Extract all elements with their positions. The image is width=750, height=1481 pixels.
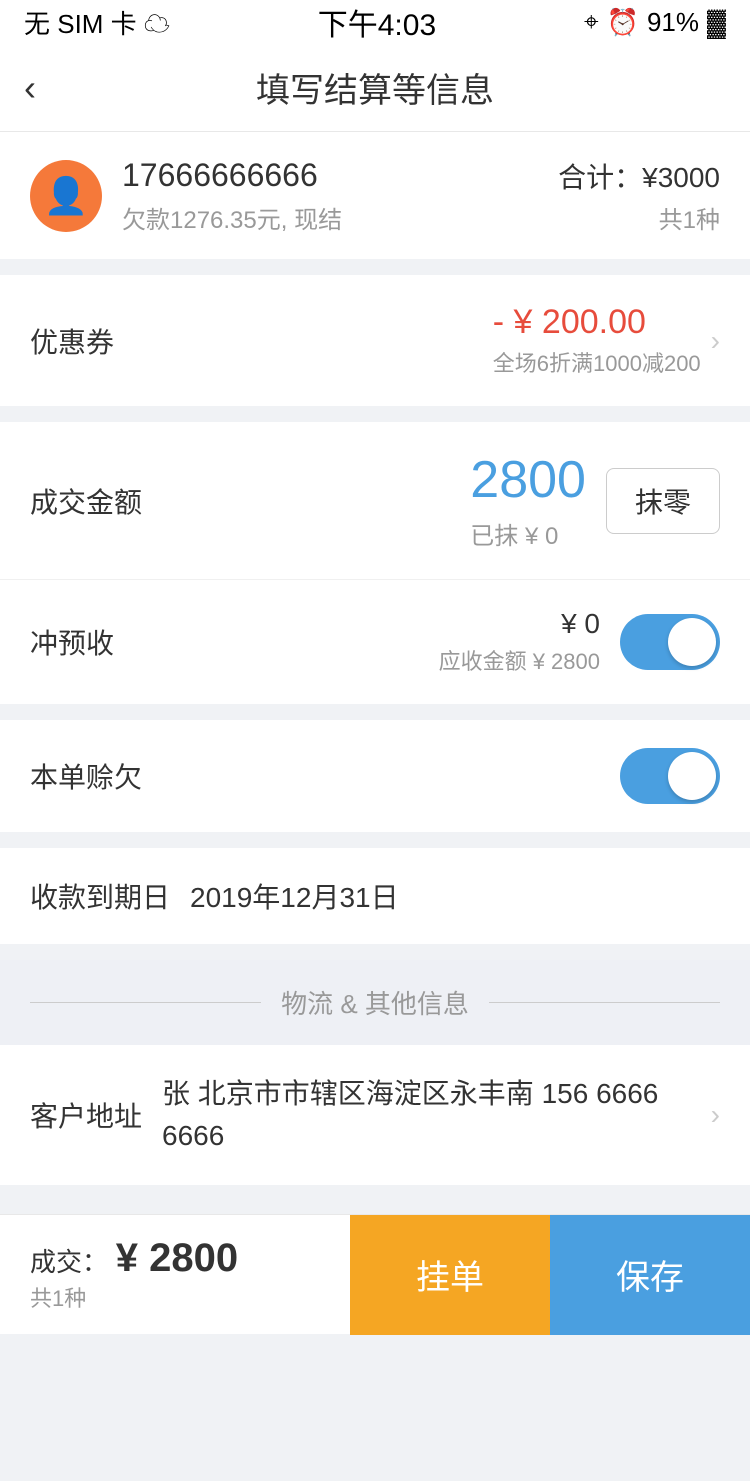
address-chevron-icon: › (711, 1099, 720, 1131)
deal-amount: 2800 (470, 450, 586, 510)
divider-line-left (30, 1002, 261, 1003)
location-icon: ⌖ (584, 6, 599, 38)
bottom-deal-label: 成交： (30, 1247, 108, 1277)
prereceive-label: 冲预收 (30, 622, 114, 662)
address-label: 客户地址 (30, 1095, 142, 1135)
debt-toggle-circle (668, 752, 716, 800)
prereceive-main-value: ¥ 0 (439, 608, 600, 640)
bottom-deal-line: 成交： ¥ 2800 (30, 1236, 320, 1281)
coupon-amount: - ¥ 200.00 (493, 303, 701, 342)
coupon-right: - ¥ 200.00 全场6折满1000减200 › (493, 303, 720, 378)
alarm-icon: ⏰ (607, 7, 639, 38)
deal-right: 2800 已抹 ¥ 0 抹零 (470, 450, 720, 551)
bottom-deal-value: ¥ 2800 (116, 1236, 238, 1280)
divider-section: 物流 & 其他信息 (0, 960, 750, 1045)
back-button[interactable]: ‹ (24, 67, 36, 109)
total-value: ¥3000 (642, 162, 720, 193)
coupon-desc: 全场6折满1000减200 (493, 346, 701, 378)
status-right: ⌖ ⏰ 91% ▓ (584, 6, 726, 38)
divider-line-right (489, 1002, 720, 1003)
bottom-bar: 成交： ¥ 2800 共1种 挂单 保存 (0, 1214, 750, 1334)
duedate-row: 收款到期日 2019年12月31日 (0, 848, 750, 944)
customer-right: 合计：¥3000 共1种 (558, 156, 720, 235)
sim-label: 无 SIM 卡 ☁ (24, 4, 170, 41)
prereceive-sub: 应收金额 ¥ 2800 (439, 644, 600, 676)
coupon-label: 优惠券 (30, 321, 114, 361)
customer-info: 17666666666 欠款1276.35元, 现结 (122, 157, 342, 235)
status-bar: 无 SIM 卡 ☁ 下午4:03 ⌖ ⏰ 91% ▓ (0, 0, 750, 44)
avatar: 👤 (30, 160, 102, 232)
deal-section: 成交金额 2800 已抹 ¥ 0 抹零 冲预收 ¥ 0 应收金额 ¥ 2800 (0, 422, 750, 704)
nav-bar: ‹ 填写结算等信息 (0, 44, 750, 132)
debt-section: 本单赊欠 (0, 720, 750, 832)
deal-sub: 已抹 ¥ 0 (470, 516, 586, 551)
coupon-info: - ¥ 200.00 全场6折满1000减200 (493, 303, 701, 378)
customer-left: 👤 17666666666 欠款1276.35元, 现结 (30, 157, 342, 235)
prereceive-toggle[interactable] (620, 614, 720, 670)
address-value: 张 北京市市辖区海淀区永丰南 156 6666 6666 (162, 1073, 711, 1157)
bottom-summary: 成交： ¥ 2800 共1种 (0, 1236, 350, 1313)
deal-label: 成交金额 (30, 481, 142, 521)
pending-button[interactable]: 挂单 (350, 1215, 550, 1335)
customer-sub-text: 欠款1276.35元, 现结 (122, 200, 342, 235)
prereceive-row: 冲预收 ¥ 0 应收金额 ¥ 2800 (0, 579, 750, 704)
address-section: 客户地址 张 北京市市辖区海淀区永丰南 156 6666 6666 › (0, 1045, 750, 1185)
address-row[interactable]: 客户地址 张 北京市市辖区海淀区永丰南 156 6666 6666 › (0, 1045, 750, 1185)
prereceive-amount: ¥ 0 应收金额 ¥ 2800 (439, 608, 600, 676)
page-title: 填写结算等信息 (256, 63, 494, 112)
coupon-row[interactable]: 优惠券 - ¥ 200.00 全场6折满1000减200 › (0, 275, 750, 406)
battery-label: 91% (647, 7, 699, 38)
status-time: 下午4:03 (318, 0, 436, 44)
prereceive-right: ¥ 0 应收金额 ¥ 2800 (439, 608, 720, 676)
bottom-count: 共1种 (30, 1281, 320, 1313)
toggle-circle (668, 618, 716, 666)
duedate-label: 收款到期日 (30, 876, 170, 916)
customer-phone: 17666666666 (122, 157, 342, 194)
deal-amount-info: 2800 已抹 ¥ 0 (470, 450, 586, 551)
debt-toggle[interactable] (620, 748, 720, 804)
total-label: 合计： (558, 162, 642, 193)
deal-amount-row: 成交金额 2800 已抹 ¥ 0 抹零 (0, 422, 750, 579)
chevron-right-icon: › (711, 325, 720, 357)
duedate-section: 收款到期日 2019年12月31日 (0, 848, 750, 944)
coupon-section: 优惠券 - ¥ 200.00 全场6折满1000减200 › (0, 275, 750, 406)
person-icon: 👤 (44, 175, 89, 217)
duedate-value: 2019年12月31日 (190, 876, 399, 916)
total-label-value: 合计：¥3000 (558, 156, 720, 196)
debt-row: 本单赊欠 (0, 720, 750, 832)
customer-card: 👤 17666666666 欠款1276.35元, 现结 合计：¥3000 共1… (0, 132, 750, 259)
divider-text: 物流 & 其他信息 (261, 984, 489, 1021)
status-left: 无 SIM 卡 ☁ (24, 4, 170, 41)
total-count: 共1种 (558, 200, 720, 235)
debt-label: 本单赊欠 (30, 756, 142, 796)
battery-icon: ▓ (707, 7, 726, 38)
save-button[interactable]: 保存 (550, 1215, 750, 1335)
round-zero-button[interactable]: 抹零 (606, 468, 720, 534)
